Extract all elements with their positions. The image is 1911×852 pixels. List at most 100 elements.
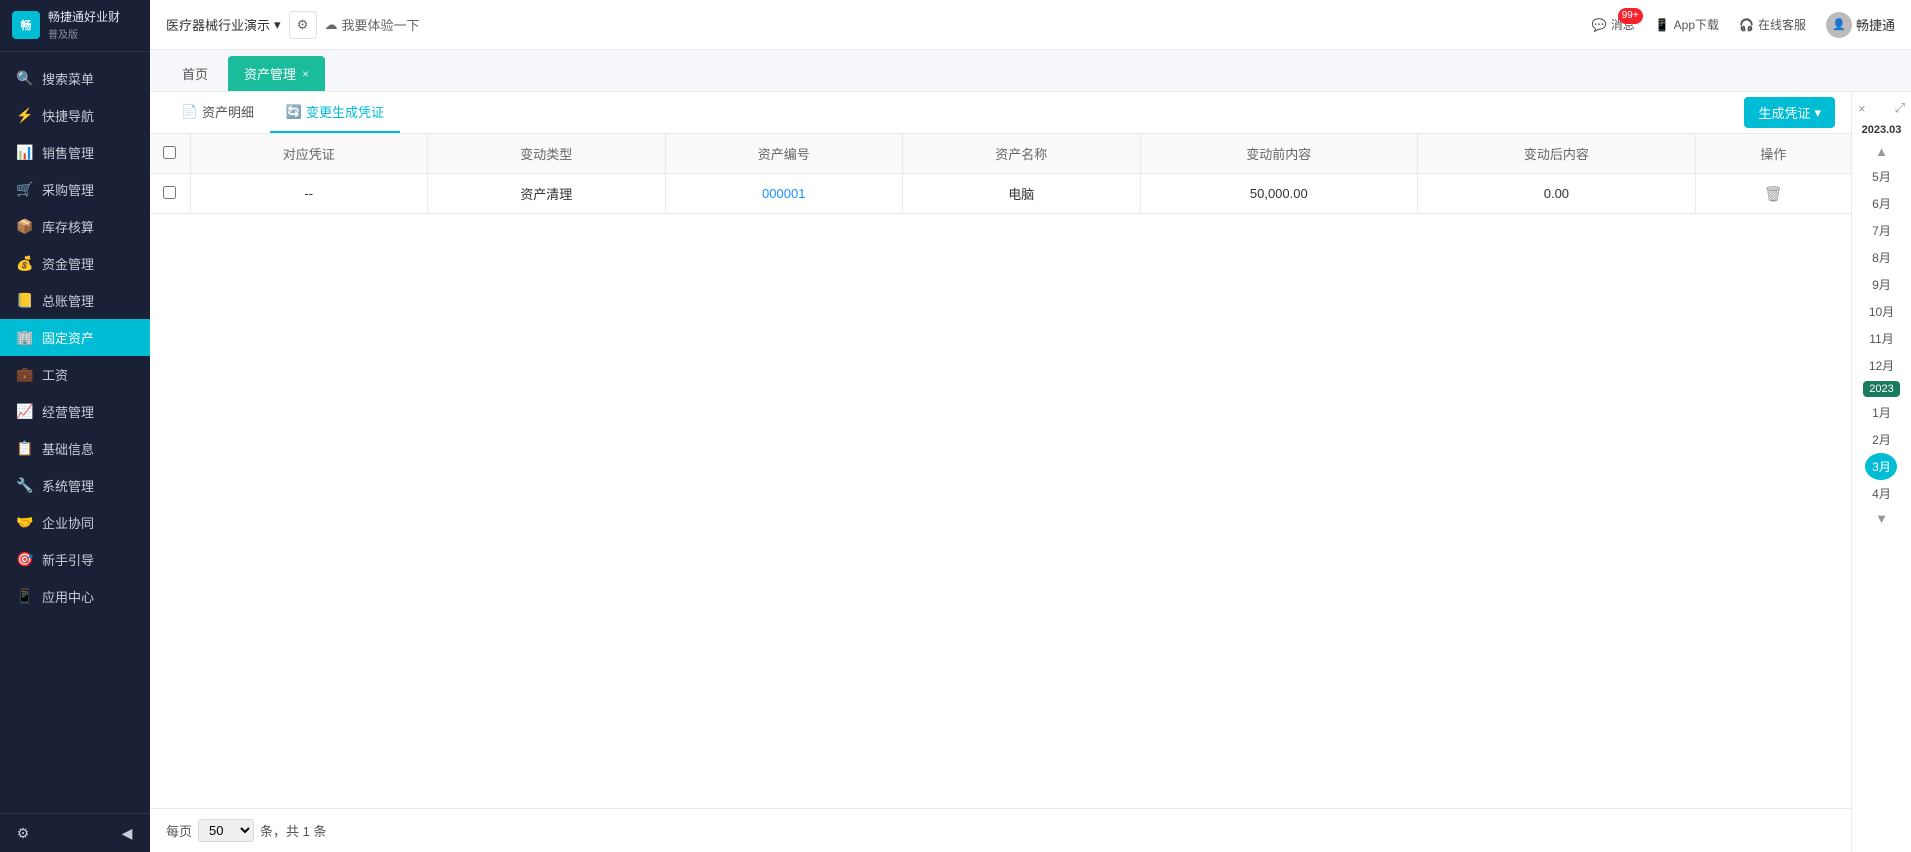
row-checkbox[interactable]: [163, 186, 176, 199]
logo-icon: 畅: [12, 11, 40, 39]
month-item[interactable]: 5月: [1863, 163, 1900, 190]
online-service-button[interactable]: 🎧 在线客服: [1739, 16, 1806, 33]
messages-button[interactable]: 💬 消息 99+: [1592, 16, 1635, 33]
sidebar-label-operation: 经营管理: [42, 402, 94, 421]
company-selector[interactable]: 医疗器械行业演示 ▾: [166, 15, 281, 34]
sales-icon: 📊: [16, 143, 34, 161]
sidebar-footer: ⚙ ◀: [0, 813, 150, 852]
month-item[interactable]: 7月: [1863, 217, 1900, 244]
table-header-row: 对应凭证 变动类型 资产编号 资产名称 变动前内容 变动后内容 操作: [150, 134, 1851, 174]
cooperation-icon: 🤝: [16, 513, 34, 531]
inventory-icon: 📦: [16, 217, 34, 235]
quick-nav-icon: ⚡: [16, 106, 34, 124]
app-center-icon: 📱: [16, 587, 34, 605]
collapse-icon[interactable]: ◀: [118, 824, 136, 842]
month-item[interactable]: 3月: [1865, 453, 1897, 480]
sidebar-item-quick-nav[interactable]: ⚡ 快捷导航: [0, 97, 150, 134]
user-avatar: 👤: [1826, 12, 1852, 38]
sidebar-label-funds: 资金管理: [42, 254, 94, 273]
right-panel-header: × ⤢: [1852, 96, 1911, 120]
sidebar-item-search[interactable]: 🔍 搜索菜单: [0, 60, 150, 97]
sidebar-item-guide[interactable]: 🎯新手引导: [0, 541, 150, 578]
total-label: 条，共 1 条: [260, 821, 326, 840]
search-icon: 🔍: [16, 69, 34, 87]
th-asset-code: 资产编号: [665, 134, 903, 174]
service-icon: 🎧: [1739, 18, 1754, 32]
experience-button[interactable]: ☁ 我要体验一下: [325, 15, 420, 34]
settings-icon[interactable]: ⚙: [14, 824, 32, 842]
generate-voucher-button[interactable]: 生成凭证 ▾: [1744, 97, 1835, 128]
topbar-setting-button[interactable]: ⚙: [289, 11, 317, 39]
sidebar-label-system: 系统管理: [42, 476, 94, 495]
sub-tab-actions: 生成凭证 ▾: [1744, 97, 1835, 128]
sidebar-label-cooperation: 企业协同: [42, 513, 94, 532]
sidebar-item-app-center[interactable]: 📱 应用中心: [0, 578, 150, 615]
month-item[interactable]: 2月: [1863, 426, 1900, 453]
message-icon: 💬: [1592, 18, 1607, 32]
sidebar-item-salary[interactable]: 💼工资: [0, 356, 150, 393]
scroll-up-button[interactable]: ▲: [1871, 140, 1892, 163]
month-item[interactable]: 11月: [1863, 325, 1900, 352]
tabs-bar: 首页 资产管理 ×: [150, 50, 1911, 92]
sidebar-item-operation[interactable]: 📈 经营管理: [0, 393, 150, 430]
sidebar-item-ledger[interactable]: 📒总账管理: [0, 282, 150, 319]
sidebar-label-app-center: 应用中心: [42, 587, 94, 606]
month-item[interactable]: 12月: [1863, 352, 1900, 379]
sub-tabs: 📄 资产明细 🔄 变更生成凭证 生成凭证 ▾: [150, 92, 1851, 134]
month-item[interactable]: 1月: [1863, 399, 1900, 426]
sidebar-label-search: 搜索菜单: [42, 69, 94, 88]
th-change-type: 变动类型: [428, 134, 666, 174]
panel-expand-button[interactable]: ⤢: [1895, 100, 1905, 116]
sidebar-edition: 普及版: [48, 26, 120, 41]
sidebar-item-purchase[interactable]: 🛒采购管理: [0, 171, 150, 208]
sidebar-item-fixed-assets[interactable]: 🏢固定资产: [0, 319, 150, 356]
panel-close-button[interactable]: ×: [1858, 101, 1866, 116]
sidebar-label-quick-nav: 快捷导航: [42, 106, 94, 125]
table-container: 对应凭证 变动类型 资产编号 资产名称 变动前内容 变动后内容 操作: [150, 134, 1851, 808]
scroll-down-button[interactable]: ▼: [1871, 507, 1892, 530]
operation-icon: 📈: [16, 402, 34, 420]
per-page-label: 每页: [166, 821, 192, 840]
th-checkbox: [150, 134, 190, 174]
sidebar-item-base-info[interactable]: 📋基础信息: [0, 430, 150, 467]
topbar-right: 💬 消息 99+ 📱 App下载 🎧 在线客服 👤 畅捷通: [1592, 12, 1895, 38]
sidebar-label-ledger: 总账管理: [42, 291, 94, 310]
month-item[interactable]: 10月: [1863, 298, 1900, 325]
month-item[interactable]: 8月: [1863, 244, 1900, 271]
sidebar-item-system[interactable]: 🔧系统管理: [0, 467, 150, 504]
sub-tab-change-voucher[interactable]: 🔄 变更生成凭证: [270, 92, 400, 133]
th-voucher: 对应凭证: [190, 134, 428, 174]
month-item[interactable]: 6月: [1863, 190, 1900, 217]
user-menu[interactable]: 👤 畅捷通: [1826, 12, 1895, 38]
sidebar-label-guide: 新手引导: [42, 550, 94, 569]
row-asset-name: 电脑: [903, 174, 1141, 214]
sidebar-nav: 🔍 搜索菜单 ⚡ 快捷导航 📊销售管理🛒采购管理📦库存核算💰资金管理📒总账管理🏢固定资产…: [0, 52, 150, 813]
salary-icon: 💼: [16, 365, 34, 383]
app-download-button[interactable]: 📱 App下载: [1655, 16, 1719, 33]
dropdown-icon[interactable]: ▾: [274, 17, 281, 33]
sidebar-item-funds[interactable]: 💰资金管理: [0, 245, 150, 282]
sidebar-item-cooperation[interactable]: 🤝 企业协同: [0, 504, 150, 541]
sidebar-label-base-info: 基础信息: [42, 439, 94, 458]
th-before-change: 变动前内容: [1140, 134, 1418, 174]
sidebar-label-fixed-assets: 固定资产: [42, 328, 94, 347]
sidebar-item-inventory[interactable]: 📦库存核算: [0, 208, 150, 245]
sub-tab-asset-detail[interactable]: 📄 资产明细: [166, 92, 270, 133]
change-voucher-icon: 🔄: [286, 104, 302, 120]
th-asset-name: 资产名称: [903, 134, 1141, 174]
select-all-checkbox[interactable]: [163, 146, 176, 159]
year-marker-2023: 2023: [1863, 381, 1900, 397]
delete-row-button[interactable]: 🗑: [1764, 186, 1783, 203]
topbar-left: 医疗器械行业演示 ▾ ⚙ ☁ 我要体验一下: [166, 11, 1580, 39]
tab-close-icon[interactable]: ×: [302, 67, 309, 81]
tab-asset-management[interactable]: 资产管理 ×: [228, 56, 325, 91]
months-list: 5月6月7月8月9月10月11月12月 2023 1月2月3月4月: [1863, 163, 1900, 507]
month-item[interactable]: 4月: [1863, 480, 1900, 507]
table-row: -- 资产清理 000001 电脑 50,000.00 0.00 🗑: [150, 174, 1851, 214]
sidebar: 畅 畅捷通好业财 普及版 🔍搜索菜单⚡快捷导航📊销售管理🛒采购管理📦库存核算💰资…: [0, 0, 150, 852]
sidebar-item-sales[interactable]: 📊销售管理: [0, 134, 150, 171]
month-item[interactable]: 9月: [1863, 271, 1900, 298]
per-page-select[interactable]: 50 20 100: [198, 819, 254, 842]
pagination: 每页 50 20 100 条，共 1 条: [150, 808, 1851, 852]
tab-home[interactable]: 首页: [166, 56, 224, 91]
